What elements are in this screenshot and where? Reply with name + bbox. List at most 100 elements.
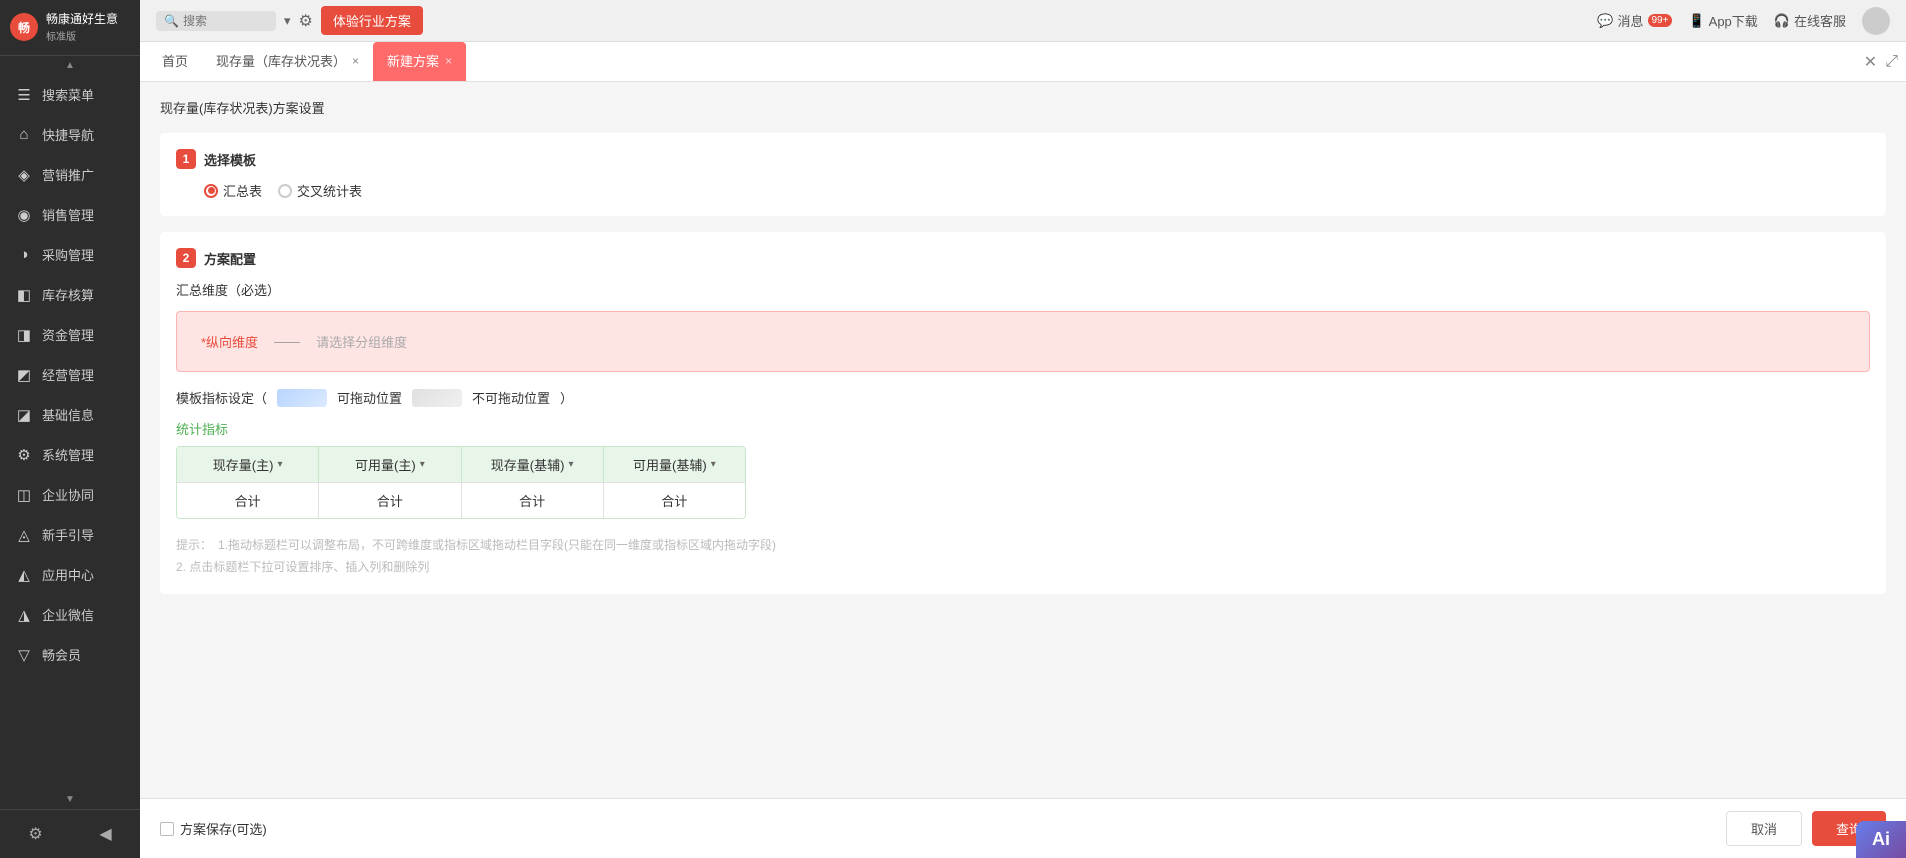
app-logo-icon: 畅	[10, 13, 38, 41]
stats-cell-0-1: 合计	[319, 482, 461, 518]
non-draggable-label: 不可拖动位置	[472, 388, 550, 407]
app-center-icon: ◭	[14, 565, 34, 585]
sales-icon: ◉	[14, 205, 34, 225]
tab-home-label: 首页	[162, 51, 188, 70]
step2-number: 2	[176, 248, 196, 268]
cancel-button[interactable]: 取消	[1726, 811, 1802, 846]
sidebar-item-operations[interactable]: ◩ 经营管理	[0, 355, 140, 395]
tabs-bar: 首页 现存量（库存状况表） × 新建方案 × ✕ ⤢	[140, 42, 1906, 82]
message-icon: 💬	[1597, 13, 1613, 29]
stats-header-col-3[interactable]: 可用量(基辅) ▾	[604, 447, 745, 482]
search-input[interactable]	[183, 14, 263, 28]
marketing-icon: ◈	[14, 165, 34, 185]
sidebar-item-label: 销售管理	[42, 205, 94, 224]
sidebar-item-finance[interactable]: ◨ 资金管理	[0, 315, 140, 355]
sidebar-item-vip[interactable]: ▽ 畅会员	[0, 635, 140, 675]
sidebar-item-label: 采购管理	[42, 245, 94, 264]
stats-col-1-label: 可用量(主)	[355, 455, 416, 474]
sidebar-item-marketing[interactable]: ◈ 营销推广	[0, 155, 140, 195]
topbar-right: 💬 消息 99+ 📱 App下载 🎧 在线客服	[1597, 7, 1890, 35]
inventory-icon: ◧	[14, 285, 34, 305]
step1-section: 1 选择模板 汇总表 交叉统计表	[160, 133, 1886, 216]
sidebar-item-basic-info[interactable]: ◪ 基础信息	[0, 395, 140, 435]
tab-inventory-close-icon[interactable]: ×	[352, 54, 359, 68]
stats-table-header: 现存量(主) ▾ 可用量(主) ▾ 现存量(基辅) ▾ 可用量(基辅) ▾	[177, 447, 745, 482]
dimension-dash: ——	[274, 334, 300, 349]
tab-inventory-label: 现存量（库存状况表）	[216, 51, 346, 70]
radio-cross[interactable]: 交叉统计表	[278, 181, 362, 200]
stats-col-1-chevron[interactable]: ▾	[420, 459, 425, 470]
stats-table: 现存量(主) ▾ 可用量(主) ▾ 现存量(基辅) ▾ 可用量(基辅) ▾	[176, 446, 746, 519]
tab-inventory[interactable]: 现存量（库存状况表） ×	[202, 42, 373, 81]
stats-col-3-chevron[interactable]: ▾	[711, 459, 716, 470]
stats-col-2-chevron[interactable]: ▾	[568, 459, 573, 470]
vip-icon: ▽	[14, 645, 34, 665]
app-name: 畅康通好生意	[46, 12, 118, 28]
radio-summary-label: 汇总表	[223, 181, 262, 200]
window-expand-button[interactable]: ⤢	[1885, 53, 1898, 71]
dimension-placeholder: 请选择分组维度	[316, 332, 407, 351]
stats-section-title: 统计指标	[176, 419, 1870, 438]
basic-info-icon: ◪	[14, 405, 34, 425]
window-close-button[interactable]: ✕	[1864, 52, 1877, 72]
step1-title: 选择模板	[204, 150, 256, 169]
topbar-gear-icon[interactable]: ⚙	[299, 11, 313, 31]
collapse-sidebar-button[interactable]: ◀	[93, 818, 117, 850]
sidebar-item-quick-nav[interactable]: ⌂ 快捷导航	[0, 115, 140, 155]
quick-nav-icon: ⌂	[14, 125, 34, 145]
page-title: 现存量(库存状况表)方案设置	[160, 98, 1886, 117]
stats-cell-0-3: 合计	[604, 482, 745, 518]
sidebar-item-inventory[interactable]: ◧ 库存核算	[0, 275, 140, 315]
customer-service-button[interactable]: 🎧 在线客服	[1774, 11, 1846, 30]
ai-badge[interactable]: Ai	[1856, 821, 1906, 858]
tab-new-scheme[interactable]: 新建方案 ×	[373, 42, 466, 81]
stats-table-row: 合计 合计 合计 合计	[177, 482, 745, 518]
sidebar-item-cooperation[interactable]: ◫ 企业协同	[0, 475, 140, 515]
sidebar-item-label: 营销推广	[42, 165, 94, 184]
sidebar-item-wechat[interactable]: ◮ 企业微信	[0, 595, 140, 635]
tab-home[interactable]: 首页	[148, 42, 202, 81]
system-icon: ⚙	[14, 445, 34, 465]
save-scheme-checkbox[interactable]	[160, 822, 174, 836]
sidebar-item-label: 企业协同	[42, 485, 94, 504]
sidebar-item-label: 库存核算	[42, 285, 94, 304]
sidebar-item-label: 企业微信	[42, 605, 94, 624]
stats-cell-0-0: 合计	[177, 482, 319, 518]
sidebar-item-search-menu[interactable]: ☰ 搜索菜单	[0, 75, 140, 115]
stats-header-col-2[interactable]: 现存量(基辅) ▾	[462, 447, 604, 482]
radio-summary[interactable]: 汇总表	[204, 181, 262, 200]
step2-title: 方案配置	[204, 249, 256, 268]
stats-header-col-0[interactable]: 现存量(主) ▾	[177, 447, 319, 482]
sidebar-item-system[interactable]: ⚙ 系统管理	[0, 435, 140, 475]
sidebar-scroll-up[interactable]: ▲	[0, 56, 140, 75]
customer-service-label: 在线客服	[1794, 11, 1846, 30]
metrics-setting-label: 模板指标设定（	[176, 388, 267, 407]
sidebar-item-app-center[interactable]: ◭ 应用中心	[0, 555, 140, 595]
stats-cell-0-2: 合计	[462, 482, 604, 518]
sidebar-item-label: 基础信息	[42, 405, 94, 424]
radio-cross-label: 交叉统计表	[297, 181, 362, 200]
messages-button[interactable]: 💬 消息 99+	[1597, 11, 1672, 30]
topbar-search-box[interactable]: 🔍	[156, 11, 276, 31]
tab-new-scheme-close-icon[interactable]: ×	[445, 54, 452, 68]
save-scheme-row: 方案保存(可选)	[160, 819, 267, 838]
search-menu-icon: ☰	[14, 85, 34, 105]
save-scheme-label: 方案保存(可选)	[180, 819, 267, 838]
wechat-icon: ◮	[14, 605, 34, 625]
app-download-button[interactable]: 📱 App下载	[1688, 11, 1757, 30]
topbar-dropdown[interactable]: ▾	[284, 13, 291, 29]
sidebar-item-new-guide[interactable]: ◬ 新手引导	[0, 515, 140, 555]
stats-header-col-1[interactable]: 可用量(主) ▾	[319, 447, 461, 482]
messages-badge: 99+	[1648, 14, 1673, 27]
draggable-indicator	[277, 389, 327, 407]
new-guide-icon: ◬	[14, 525, 34, 545]
sidebar-item-sales[interactable]: ◉ 销售管理	[0, 195, 140, 235]
sidebar-item-label: 应用中心	[42, 565, 94, 584]
trial-industry-button[interactable]: 体验行业方案	[321, 6, 423, 35]
stats-col-0-chevron[interactable]: ▾	[277, 459, 282, 470]
tip-line-2: 2. 点击标题栏下拉可设置排序、插入列和删除列	[176, 557, 1870, 579]
sidebar-item-purchase[interactable]: ◑ 采购管理	[0, 235, 140, 275]
user-avatar[interactable]	[1862, 7, 1890, 35]
settings-button[interactable]: ⚙	[22, 818, 48, 850]
sidebar-scroll-down[interactable]: ▼	[0, 790, 140, 809]
